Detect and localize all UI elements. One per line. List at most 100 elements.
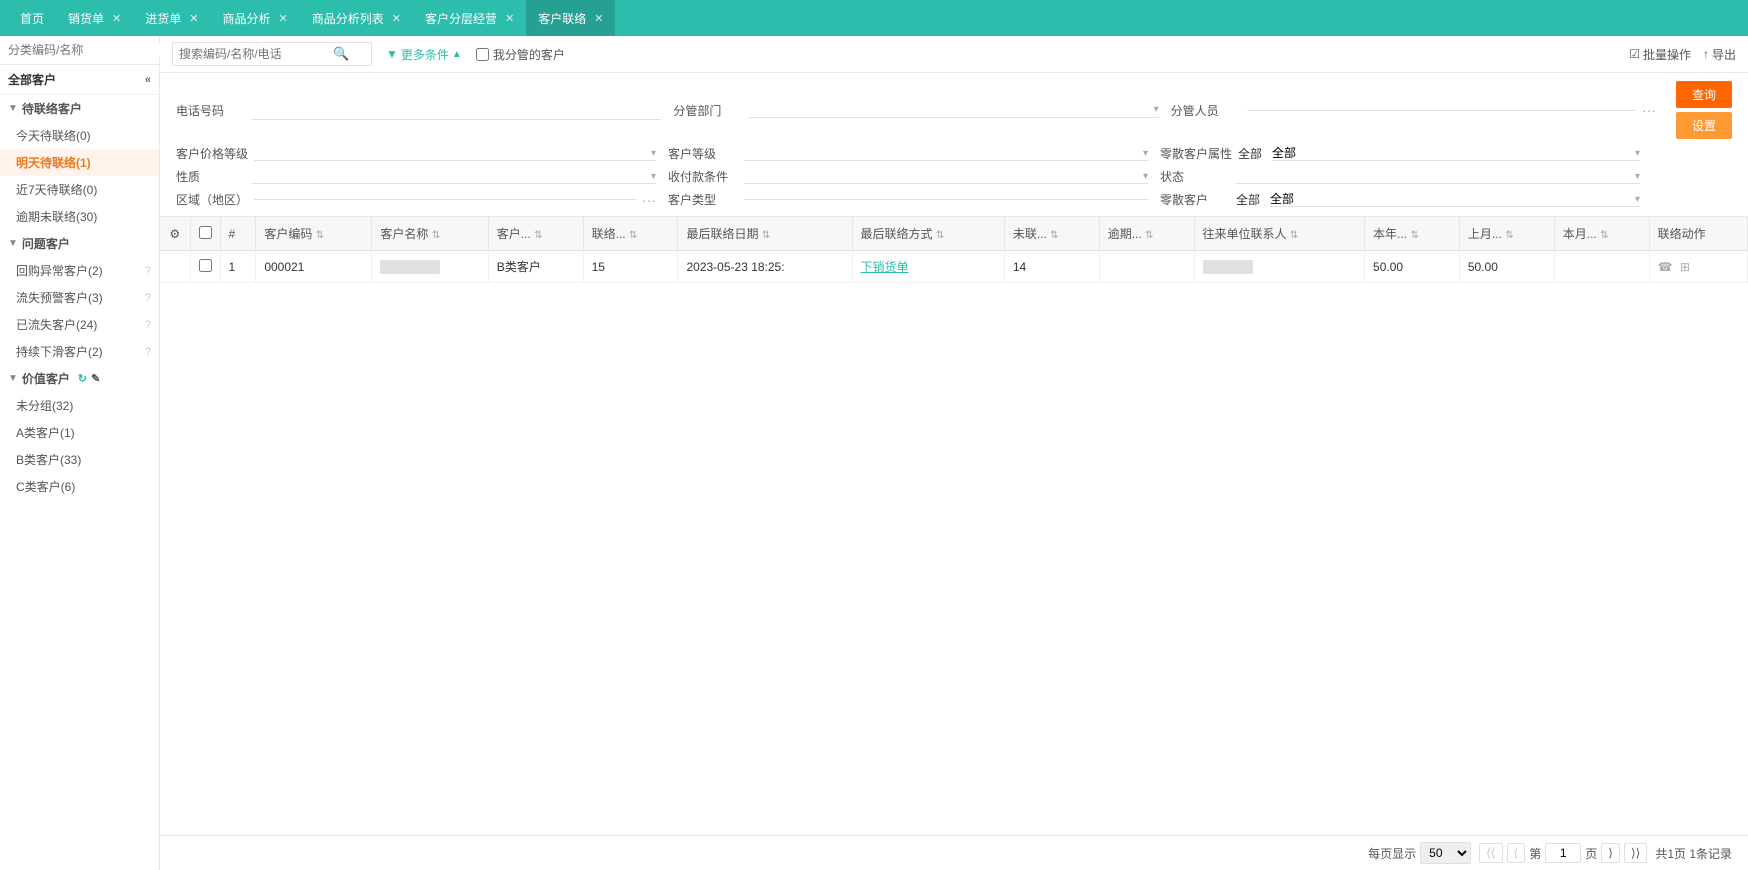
col-last-month[interactable]: 上月... ⇅ — [1459, 217, 1554, 251]
sidebar-item-ungrouped[interactable]: 未分组(32) — [0, 392, 159, 419]
col-contact-count[interactable]: 联络... ⇅ — [583, 217, 678, 251]
row-this-month — [1554, 251, 1649, 283]
row-last-date: 2023-05-23 18:25: — [678, 251, 852, 283]
sidebar-all-customers[interactable]: 全部客户 « — [0, 65, 159, 95]
filter-select-retail-customer-select[interactable]: 全部 — [1270, 192, 1635, 206]
sidebar-item-declining[interactable]: 持续下滑客户(2) ? — [0, 338, 159, 365]
row-index: 1 — [220, 251, 256, 283]
row-phone-icon[interactable]: ☎ — [1658, 260, 1673, 274]
sidebar-item-class-b[interactable]: B类客户(33) — [0, 446, 159, 473]
search-icon[interactable]: 🔍 — [333, 46, 349, 62]
row-this-year: 50.00 — [1365, 251, 1460, 283]
filter-select-nature: ▾ — [252, 169, 656, 184]
col-not-contacted[interactable]: 未联... ⇅ — [1004, 217, 1099, 251]
nav-product-analysis[interactable]: 商品分析 ✕ — [210, 0, 299, 36]
nav-home[interactable]: 首页 — [8, 0, 56, 36]
nav-close-customer-contact[interactable]: ✕ — [594, 12, 603, 25]
settings-button[interactable]: 设置 — [1676, 112, 1732, 139]
filter-cell-retail-customer: 零散客户 全部 全部 ▾ — [1160, 191, 1652, 208]
filter-select-dept-select[interactable] — [749, 103, 1153, 117]
col-customer-type[interactable]: 客户... ⇅ — [488, 217, 583, 251]
query-button[interactable]: 查询 — [1676, 81, 1732, 108]
nav-customer-contact[interactable]: 客户联络 ✕ — [526, 0, 615, 36]
nav-close-purchase[interactable]: ✕ — [189, 12, 198, 25]
col-gear[interactable]: ⚙ — [160, 217, 190, 251]
sidebar-item-class-c[interactable]: C类客户(6) — [0, 473, 159, 500]
col-customer-name[interactable]: 客户名称 ⇅ — [372, 217, 488, 251]
filter-select-customer-grade-select[interactable] — [744, 146, 1143, 160]
col-customer-code[interactable]: 客户编码 ⇅ — [256, 217, 372, 251]
nav-customer-tier[interactable]: 客户分层经营 ✕ — [413, 0, 526, 36]
sidebar-collapse-icon[interactable]: « — [145, 74, 151, 86]
value-customers-refresh-icon[interactable]: ↻ — [78, 372, 87, 385]
col-unit-contact[interactable]: 往来单位联系人 ⇅ — [1194, 217, 1364, 251]
filter-dots-person[interactable]: ··· — [1642, 102, 1656, 118]
filter-cell-dept: 分管部门 ▾ — [673, 102, 1170, 119]
filter-dots-region[interactable]: ··· — [642, 192, 656, 208]
sidebar-group-value-customers[interactable]: ▼ 价值客户 ↻ ✎ — [0, 365, 159, 392]
nav-close-product-analysis-list[interactable]: ✕ — [392, 12, 401, 25]
sidebar-item-7days-pending[interactable]: 近7天待联络(0) — [0, 176, 159, 203]
filter-select-status: ▾ — [1236, 169, 1640, 184]
sidebar-item-tomorrow-pending[interactable]: 明天待联络(1) — [0, 149, 159, 176]
filter-row-3: 性质 ▾ 收付款条件 ▾ 状态 — [176, 168, 1732, 185]
row-last-method-link[interactable]: 下销货单 — [861, 260, 909, 274]
table-footer: 每页显示 50 100 200 ⟨⟨ ⟨ 第 页 ⟩ ⟩⟩ 共1页 1条记录 — [160, 835, 1748, 870]
my-customers-checkbox[interactable] — [476, 48, 489, 61]
nav-close-customer-tier[interactable]: ✕ — [505, 12, 514, 25]
filter-row-1: 电话号码 分管部门 ▾ 分管人员 ··· — [176, 81, 1732, 139]
search-input[interactable] — [179, 47, 329, 61]
select-all-checkbox[interactable] — [199, 226, 212, 239]
next-page-btn[interactable]: ⟩ — [1601, 843, 1620, 863]
filter-cell-payment: 收付款条件 ▾ — [668, 168, 1160, 185]
sidebar-item-class-a[interactable]: A类客户(1) — [0, 419, 159, 446]
search-input-wrap: 🔍 — [172, 42, 372, 66]
col-last-contact-date[interactable]: 最后联络日期 ⇅ — [678, 217, 852, 251]
prev-page-btn[interactable]: ⟨ — [1507, 843, 1526, 863]
row-last-method: 下销货单 — [852, 251, 1004, 283]
last-page-btn[interactable]: ⟩⟩ — [1624, 843, 1647, 863]
filter-label-payment: 收付款条件 — [668, 168, 738, 185]
help-icon-churned: ? — [145, 319, 151, 331]
col-overdue[interactable]: 逾期... ⇅ — [1099, 217, 1194, 251]
more-conditions-btn[interactable]: ▼ 更多条件 ▲ — [380, 43, 468, 66]
toolbar: 🔍 ▼ 更多条件 ▲ 我分管的客户 ☑ 批量操作 ↑ 导出 — [160, 36, 1748, 73]
row-type: B类客户 — [488, 251, 583, 283]
main-layout: 🔍 全部客户 « ▼ 待联络客户 今天待联络(0) 明天待联络(1) 近7天待联… — [0, 36, 1748, 870]
nav-close-sales[interactable]: ✕ — [112, 12, 121, 25]
sidebar-item-today-pending[interactable]: 今天待联络(0) — [0, 122, 159, 149]
sidebar-item-overdue-pending[interactable]: 逾期未联络(30) — [0, 203, 159, 230]
filter-select-retail-attr-select[interactable]: 全部 — [1272, 146, 1635, 160]
filter-select-price-grade-select[interactable] — [254, 146, 651, 160]
value-customers-edit-icon[interactable]: ✎ — [91, 372, 100, 385]
row-checkbox[interactable] — [199, 259, 212, 272]
filter-select-nature-select[interactable] — [252, 169, 651, 183]
page-input[interactable] — [1545, 843, 1581, 863]
col-this-year[interactable]: 本年... ⇅ — [1365, 217, 1460, 251]
export-btn[interactable]: ↑ 导出 — [1703, 46, 1736, 63]
help-icon-churn-warning: ? — [145, 292, 151, 304]
sidebar-item-churned[interactable]: 已流失客户(24) ? — [0, 311, 159, 338]
page-size-select[interactable]: 50 100 200 — [1420, 842, 1471, 864]
nav-product-analysis-list[interactable]: 商品分析列表 ✕ — [300, 0, 413, 36]
filter-select-payment-select[interactable] — [744, 169, 1143, 183]
col-this-month[interactable]: 本月... ⇅ — [1554, 217, 1649, 251]
sidebar-search-input[interactable] — [8, 43, 163, 57]
sidebar-group-pending-contact[interactable]: ▼ 待联络客户 — [0, 95, 159, 122]
nav-purchase[interactable]: 进货单 ✕ — [133, 0, 210, 36]
filter-input-phone[interactable] — [252, 101, 661, 120]
filter-cell-status: 状态 ▾ — [1160, 168, 1652, 185]
col-last-contact-method[interactable]: 最后联络方式 ⇅ — [852, 217, 1004, 251]
batch-ops-btn[interactable]: ☑ 批量操作 — [1629, 46, 1691, 63]
filter-select-status-select[interactable] — [1236, 169, 1635, 183]
row-grid-icon[interactable]: ⊞ — [1680, 260, 1690, 274]
row-code: 000021 — [256, 251, 372, 283]
filter-buttons: 查询 设置 — [1676, 81, 1732, 139]
nav-sales[interactable]: 销货单 ✕ — [56, 0, 133, 36]
nav-close-product-analysis[interactable]: ✕ — [279, 12, 288, 25]
sidebar-item-churn-warning[interactable]: 流失预警客户(3) ? — [0, 284, 159, 311]
page-size-wrap: 每页显示 50 100 200 — [1368, 842, 1471, 864]
sidebar-item-repurchase-abnormal[interactable]: 回购异常客户(2) ? — [0, 257, 159, 284]
first-page-btn[interactable]: ⟨⟨ — [1479, 843, 1502, 863]
sidebar-group-problem-customers[interactable]: ▼ 问题客户 — [0, 230, 159, 257]
